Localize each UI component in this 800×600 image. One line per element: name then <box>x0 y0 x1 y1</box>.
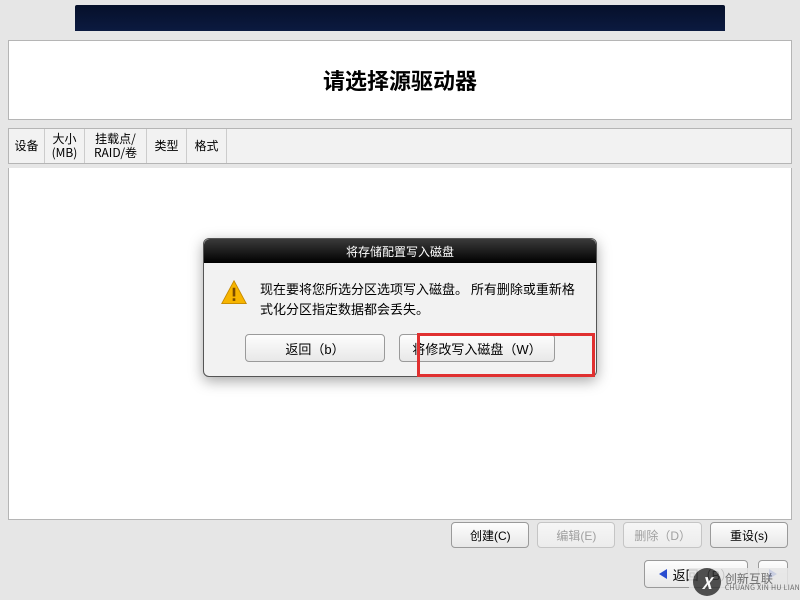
dialog-message: 现在要将您所选分区选项写入磁盘。 所有删除或重新格式化分区指定数据都会丢失。 <box>260 279 580 318</box>
watermark: X 创新互联 CHUANG XIN HU LIAN <box>689 568 800 596</box>
dialog-title: 将存储配置写入磁盘 <box>204 239 596 263</box>
write-to-disk-dialog: 将存储配置写入磁盘 现在要将您所选分区选项写入磁盘。 所有删除或重新格式化分区指… <box>203 238 597 377</box>
edit-button: 编辑(E) <box>537 522 615 548</box>
col-type[interactable]: 类型 <box>147 129 187 163</box>
col-mount[interactable]: 挂载点/ RAID/卷 <box>85 129 147 163</box>
dialog-write-button[interactable]: 将修改写入磁盘（W） <box>399 334 555 362</box>
watermark-brand-bottom: CHUANG XIN HU LIAN <box>725 585 800 593</box>
installer-top-bar <box>75 5 725 31</box>
dialog-back-button[interactable]: 返回（b） <box>245 334 385 362</box>
create-button[interactable]: 创建(C) <box>451 522 529 548</box>
col-device[interactable]: 设备 <box>9 129 45 163</box>
partition-table-header: 设备 大小 (MB) 挂载点/ RAID/卷 类型 格式 <box>8 128 792 164</box>
col-size[interactable]: 大小 (MB) <box>45 129 85 163</box>
arrow-left-icon <box>659 569 667 579</box>
dialog-body: 现在要将您所选分区选项写入磁盘。 所有删除或重新格式化分区指定数据都会丢失。 <box>204 263 596 328</box>
title-panel: 请选择源驱动器 <box>8 40 792 120</box>
partition-action-row: 创建(C) 编辑(E) 删除（D） 重设(s) <box>8 522 792 552</box>
col-format[interactable]: 格式 <box>187 129 227 163</box>
nav-row: 返回（B） <box>8 560 792 590</box>
reset-button[interactable]: 重设(s) <box>710 522 788 548</box>
page-title: 请选择源驱动器 <box>323 64 477 96</box>
dialog-button-row: 返回（b） 将修改写入磁盘（W） <box>204 328 596 376</box>
warning-icon <box>220 279 248 318</box>
delete-button: 删除（D） <box>623 522 702 548</box>
watermark-logo-icon: X <box>693 568 721 596</box>
watermark-text: 创新互联 CHUANG XIN HU LIAN <box>725 572 800 593</box>
